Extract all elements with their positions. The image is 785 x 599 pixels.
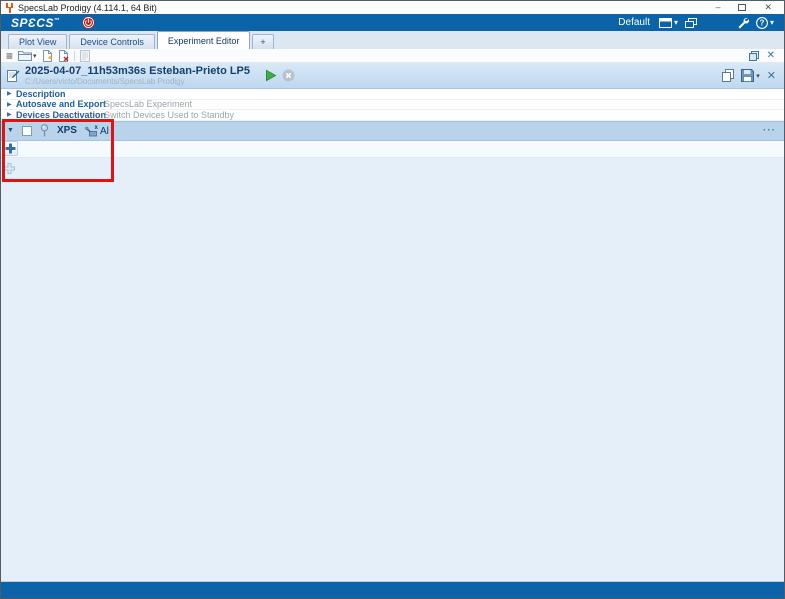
perspective-selector-label[interactable]: Default <box>618 17 650 28</box>
close-pane-icon[interactable]: ✕ <box>767 50 775 61</box>
help-button[interactable]: ? ▾ <box>756 16 774 29</box>
app-window: SpecsLab Prodigy (4.114.1, 64 Bit) – ✕ S… <box>0 0 785 599</box>
section-devices-deactivation[interactable]: ▶ Devices Deactivation Switch Devices Us… <box>1 110 784 121</box>
tools-wrench-icon[interactable] <box>737 17 749 29</box>
add-item-button[interactable] <box>3 141 18 156</box>
section-description[interactable]: ▶ Description <box>1 89 784 100</box>
save-dropdown-arrow-icon[interactable]: ▾ <box>756 72 760 80</box>
xray-source: x Al <box>85 124 109 137</box>
experiment-content-area <box>1 157 784 581</box>
expand-arrow-icon[interactable]: ▶ <box>7 101 16 108</box>
experiment-run-controls <box>264 69 295 82</box>
experiment-path: C:/Users/victo/Documents/SpecsLab Prodig… <box>25 77 185 86</box>
method-label: XPS <box>56 125 77 136</box>
open-experiment-button[interactable]: ▾ <box>18 50 37 61</box>
xray-source-icon: x <box>85 124 99 137</box>
restore-window-button[interactable] <box>738 4 747 11</box>
pin-icon[interactable] <box>40 124 49 137</box>
power-standby-button[interactable] <box>82 16 95 29</box>
window-controls: – ✕ <box>715 3 780 12</box>
titlebar: SpecsLab Prodigy (4.114.1, 64 Bit) – ✕ <box>1 1 784 14</box>
expand-arrow-icon[interactable]: ▶ <box>7 90 16 97</box>
report-document-button[interactable] <box>79 49 90 62</box>
expand-arrow-icon[interactable]: ▶ <box>7 111 16 118</box>
tab-add-new[interactable]: + <box>252 34 274 49</box>
app-bar: SPƐCS™ Default ▾ ? ▾ <box>1 14 784 31</box>
xps-group-header: ▼ XPS x Al ··· <box>1 120 784 141</box>
toolbar-separator <box>73 50 75 61</box>
status-bar <box>1 581 784 598</box>
section-autosave-export[interactable]: ▶ Autosave and Export SpecsLab Experimen… <box>1 99 784 110</box>
cascade-windows-icon[interactable] <box>684 17 697 28</box>
copy-experiment-icon[interactable] <box>722 69 735 82</box>
pane-controls: ✕ <box>748 50 779 61</box>
svg-text:x: x <box>94 125 98 131</box>
window-title: SpecsLab Prodigy (4.114.1, 64 Bit) <box>18 2 157 13</box>
add-item-ghost-button[interactable] <box>3 161 18 176</box>
add-item-row <box>1 140 784 158</box>
group-checkbox[interactable] <box>21 125 32 136</box>
tab-experiment-editor[interactable]: Experiment Editor <box>156 31 251 49</box>
specs-logo: SPƐCS™ <box>11 15 61 30</box>
abort-experiment-button[interactable] <box>282 69 295 82</box>
experiment-info: 2025-04-07_11h53m36s Esteban-Prieto LP5 … <box>25 65 250 86</box>
menu-hamburger-icon[interactable]: ≡ <box>6 50 13 62</box>
tab-bar: Plot View Device Controls Experiment Edi… <box>1 31 784 49</box>
group-options-ellipsis[interactable]: ··· <box>763 125 776 135</box>
close-experiment-x-icon[interactable]: ✕ <box>767 69 776 82</box>
editor-toolbar: ≡ ▾ ✕ <box>1 49 784 63</box>
close-window-button[interactable]: ✕ <box>764 3 772 12</box>
appbar-right-controls: Default ▾ ? ▾ <box>618 16 774 29</box>
tab-plot-view[interactable]: Plot View <box>8 34 68 49</box>
new-experiment-button[interactable] <box>42 49 53 62</box>
run-experiment-button[interactable] <box>264 69 277 82</box>
perspective-layout-icon[interactable]: ▾ <box>658 17 678 28</box>
open-dropdown-arrow-icon[interactable]: ▾ <box>33 52 37 60</box>
experiment-edit-icon <box>7 69 20 83</box>
save-experiment-button[interactable]: ▾ <box>741 69 760 82</box>
anode-label: Al <box>99 126 109 137</box>
minimize-button[interactable]: – <box>715 3 720 12</box>
experiment-row: 2025-04-07_11h53m36s Esteban-Prieto LP5 … <box>1 63 784 89</box>
experiment-file-controls: ▾ ✕ <box>722 69 776 82</box>
app-icon <box>5 2 14 13</box>
float-pane-icon[interactable] <box>748 50 759 61</box>
close-experiment-button[interactable] <box>58 49 69 62</box>
experiment-title: 2025-04-07_11h53m36s Esteban-Prieto LP5 <box>25 65 251 77</box>
svg-text:?: ? <box>760 18 765 27</box>
tab-device-controls[interactable]: Device Controls <box>69 34 155 49</box>
collapse-arrow-icon[interactable]: ▼ <box>7 127 14 134</box>
